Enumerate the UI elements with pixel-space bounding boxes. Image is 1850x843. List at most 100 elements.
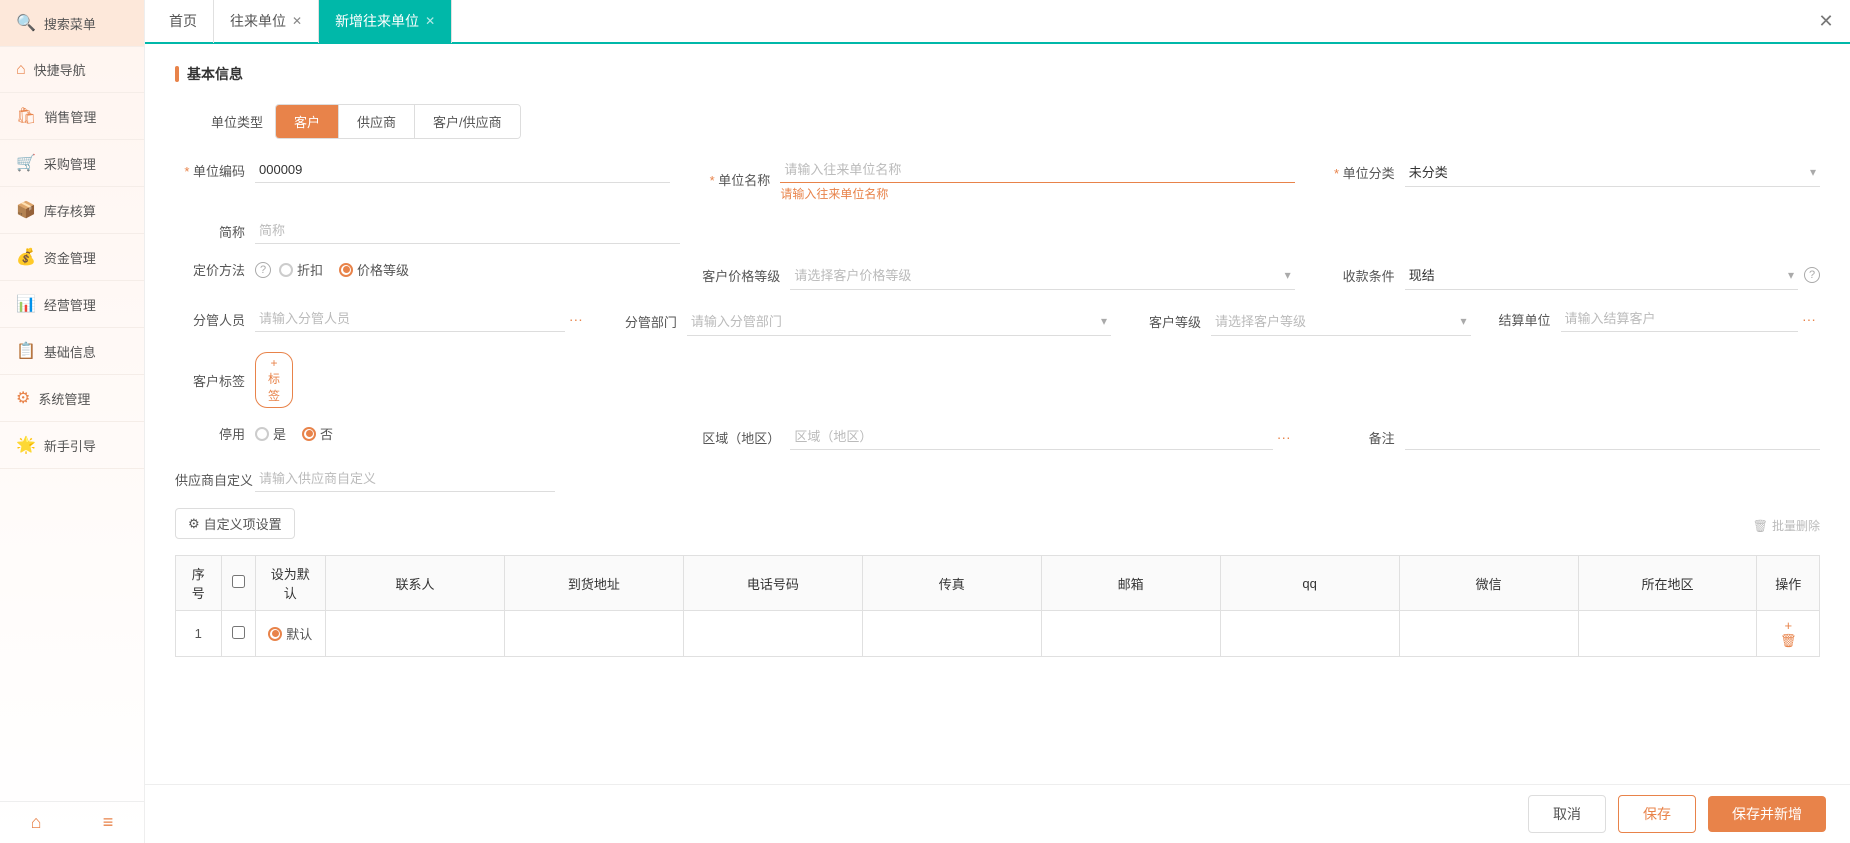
td-contact[interactable]: [326, 611, 505, 657]
form-row-shortname: 简称: [175, 218, 1820, 244]
system-icon: ⚙: [16, 388, 30, 408]
td-wechat[interactable]: [1399, 611, 1578, 657]
unit-name-label: 单位名称: [700, 170, 780, 189]
pricing-radio-discount[interactable]: 折扣: [279, 260, 323, 279]
row-checkbox[interactable]: [232, 626, 245, 639]
region-input-table[interactable]: [1589, 626, 1747, 641]
custom-settings-btn[interactable]: ⚙ 自定义项设置: [175, 508, 295, 539]
customer-level-select[interactable]: 请选择客户等级 ▾: [1211, 306, 1470, 336]
dept-field: 分管部门 请输入分管部门 ▾: [617, 306, 1111, 336]
sidebar-item-finance[interactable]: 💰 资金管理: [0, 234, 144, 281]
unit-type-supplier-btn[interactable]: 供应商: [339, 105, 415, 138]
settlement-input[interactable]: [1561, 306, 1798, 332]
save-button[interactable]: 保存: [1618, 795, 1696, 833]
unit-code-input[interactable]: [255, 157, 670, 183]
customer-level-arrow: ▾: [1460, 314, 1466, 328]
customer-price-level-field: 客户价格等级 请选择客户价格等级 ▾: [700, 260, 1294, 290]
disable-no-item[interactable]: 否: [302, 424, 333, 443]
td-address[interactable]: [504, 611, 683, 657]
short-name-label: 简称: [175, 222, 255, 241]
tab-new-partner[interactable]: 新增往来单位 ✕: [319, 0, 452, 43]
sidebar-item-search[interactable]: 🔍 搜索菜单: [0, 0, 144, 47]
sidebar-item-sales[interactable]: 🛍 销售管理: [0, 93, 144, 140]
unit-name-field: 单位名称 请输入往来单位名称: [700, 157, 1294, 202]
th-email: 邮箱: [1041, 556, 1220, 611]
sales-icon: 🛍: [16, 106, 36, 126]
unit-name-input[interactable]: [780, 157, 1294, 183]
save-new-button[interactable]: 保存并新增: [1708, 796, 1826, 832]
address-input[interactable]: [515, 626, 673, 641]
batch-delete-btn[interactable]: 🗑 批量删除: [1753, 517, 1820, 534]
td-checkbox[interactable]: [221, 611, 255, 657]
table-toolbar: ⚙ 自定义项设置 🗑 批量删除: [175, 508, 1820, 547]
settlement-more-btn[interactable]: ···: [1798, 311, 1820, 327]
close-partners-icon[interactable]: ✕: [292, 14, 302, 28]
sidebar-item-quicknav[interactable]: ⌂ 快捷导航: [0, 47, 144, 93]
remark-input[interactable]: [1405, 424, 1820, 450]
pricing-radio-level[interactable]: 价格等级: [339, 260, 409, 279]
add-row-btn[interactable]: +: [1784, 618, 1792, 633]
qq-input[interactable]: [1231, 626, 1389, 641]
phone-input[interactable]: [694, 626, 852, 641]
th-actions: 操作: [1757, 556, 1820, 611]
contact-input[interactable]: [336, 626, 494, 641]
payment-terms-field: 收款条件 现结 ▾ ?: [1325, 260, 1820, 290]
sidebar-item-operations[interactable]: 📊 经营管理: [0, 281, 144, 328]
td-index: 1: [176, 611, 222, 657]
customer-price-level-select[interactable]: 请选择客户价格等级 ▾: [790, 260, 1294, 290]
batch-delete-icon: 🗑: [1753, 519, 1768, 533]
wechat-input[interactable]: [1410, 626, 1568, 641]
table-body: 1 默认: [176, 611, 1820, 657]
contact-table: 序号 设为默认 联系人 到货地址 电话号码 传真 邮箱 qq 微信 所在地区 操…: [175, 555, 1820, 657]
sidebar-item-inventory[interactable]: 📦 库存核算: [0, 187, 144, 234]
add-tag-btn[interactable]: + 标签: [255, 352, 293, 408]
dept-arrow: ▾: [1101, 314, 1107, 328]
disable-no-circle: [302, 427, 316, 441]
sidebar-item-purchase[interactable]: 🛒 采购管理: [0, 140, 144, 187]
region-more-btn[interactable]: ···: [1273, 429, 1295, 445]
manager-input[interactable]: [255, 306, 565, 332]
pricing-help-icon[interactable]: ?: [255, 262, 271, 278]
fax-input[interactable]: [873, 626, 1031, 641]
cancel-button[interactable]: 取消: [1528, 795, 1606, 833]
td-phone[interactable]: [683, 611, 862, 657]
payment-terms-label: 收款条件: [1325, 266, 1405, 285]
unit-category-select[interactable]: 未分类 ▾: [1405, 157, 1820, 187]
email-input[interactable]: [1052, 626, 1210, 641]
tab-home[interactable]: 首页: [153, 0, 214, 43]
payment-terms-help-icon[interactable]: ?: [1804, 267, 1820, 283]
close-new-partner-icon[interactable]: ✕: [425, 14, 435, 28]
sidebar-item-basic[interactable]: 📋 基础信息: [0, 328, 144, 375]
dept-select[interactable]: 请输入分管部门 ▾: [687, 306, 1111, 336]
td-region[interactable]: [1578, 611, 1757, 657]
disable-yes-item[interactable]: 是: [255, 424, 286, 443]
unit-type-customer-btn[interactable]: 客户: [276, 105, 339, 138]
sidebar-home-btn[interactable]: ⌂: [0, 802, 72, 843]
default-radio-circle: [268, 627, 282, 641]
short-name-input[interactable]: [255, 218, 680, 244]
td-email[interactable]: [1041, 611, 1220, 657]
unit-name-error: 请输入往来单位名称: [780, 185, 1294, 202]
tab-partners[interactable]: 往来单位 ✕: [214, 0, 319, 43]
settlement-field: 结算单位 ···: [1491, 306, 1820, 332]
td-qq[interactable]: [1220, 611, 1399, 657]
td-fax[interactable]: [862, 611, 1041, 657]
supplier-custom-input[interactable]: [255, 466, 555, 492]
delete-row-btn[interactable]: 🗑: [1780, 633, 1797, 648]
th-checkbox[interactable]: [221, 556, 255, 611]
sidebar-item-newuser[interactable]: 🌟 新手引导: [0, 422, 144, 469]
manager-more-btn[interactable]: ···: [565, 311, 587, 327]
select-all-checkbox[interactable]: [232, 575, 245, 588]
default-label: 默认: [286, 624, 312, 643]
tab-bar-close-btn[interactable]: ✕: [1810, 5, 1842, 37]
region-input[interactable]: [790, 424, 1272, 450]
payment-terms-select[interactable]: 现结 ▾: [1405, 260, 1798, 290]
unit-type-both-btn[interactable]: 客户/供应商: [415, 105, 520, 138]
tab-bar: 首页 往来单位 ✕ 新增往来单位 ✕ ✕: [145, 0, 1850, 44]
disable-radio-group: 是 否: [255, 424, 333, 443]
sidebar-menu-btn[interactable]: ≡: [72, 802, 144, 843]
sidebar-item-system[interactable]: ⚙ 系统管理: [0, 375, 144, 422]
dept-label: 分管部门: [617, 312, 687, 331]
disable-field: 停用 是 否: [175, 424, 670, 443]
default-radio-item[interactable]: 默认: [266, 624, 316, 643]
